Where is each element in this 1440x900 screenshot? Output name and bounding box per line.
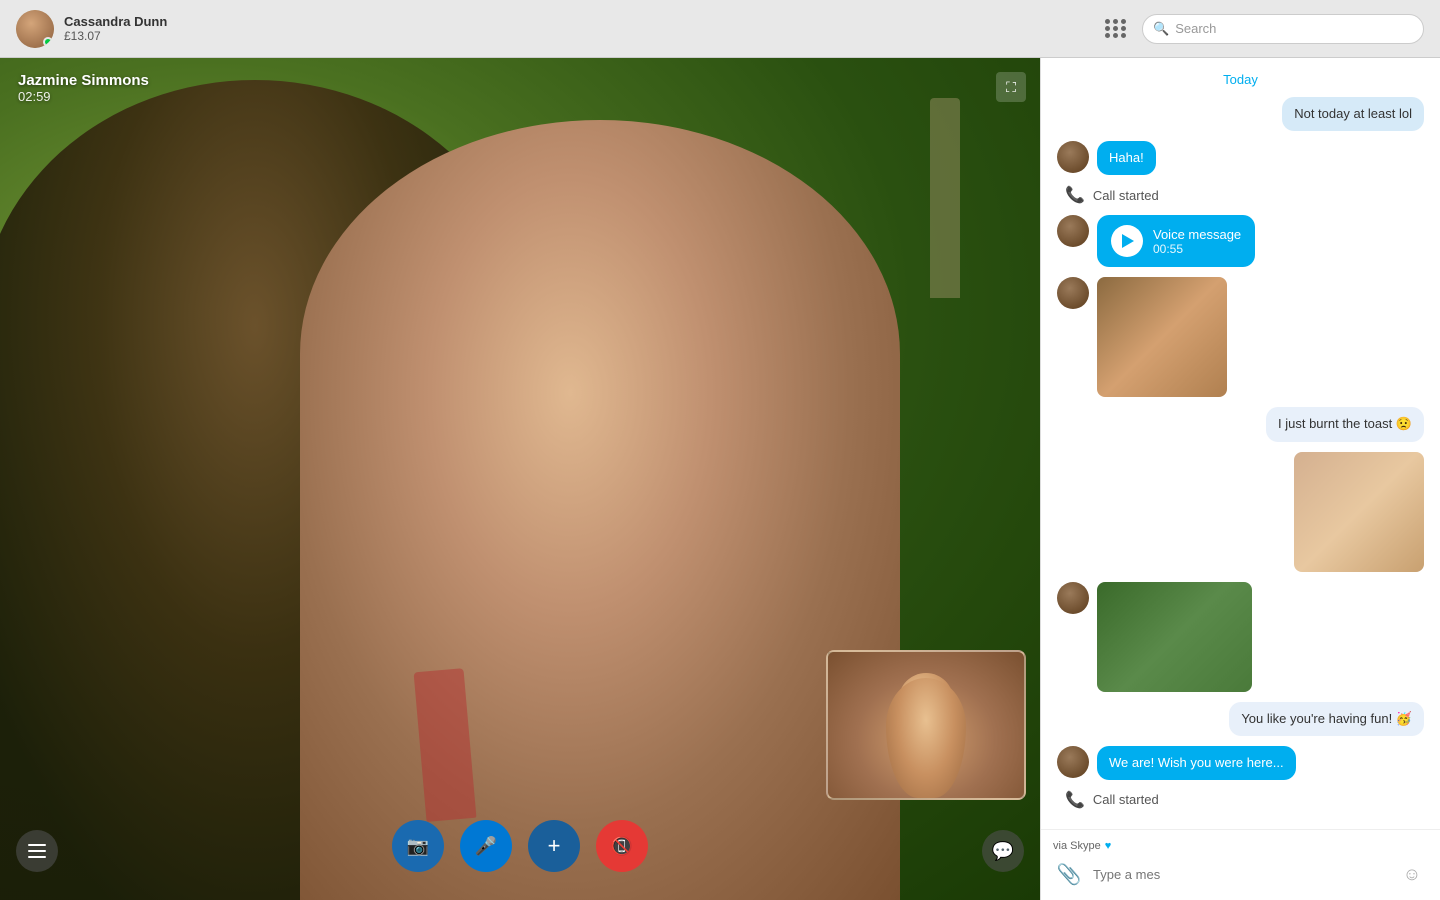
end-call-icon: 📵 [611,836,633,857]
video-area: Jazmine Simmons 02:59 ⛶ 📷 🎤 [0,58,1040,900]
main-content: Jazmine Simmons 02:59 ⛶ 📷 🎤 [0,58,1440,900]
call-contact-name: Jazmine Simmons [18,72,149,89]
user-info: Cassandra Dunn £13.07 [64,14,167,43]
contact-avatar-voice [1057,215,1089,247]
self-body [886,678,966,798]
search-bar[interactable]: 🔍 Search [1142,14,1424,44]
message-bubble-fun: You like you're having fun! 🥳 [1229,702,1424,736]
contact-avatar-img1 [1057,277,1089,309]
self-video-overlay [828,652,1024,798]
play-triangle-icon [1122,234,1134,248]
via-skype-label: via Skype ♥ [1053,840,1428,852]
chat-day-label: Today [1041,58,1440,97]
chat-panel-toggle[interactable]: 💬 [982,830,1024,872]
add-icon: + [548,833,561,859]
chat-image-3[interactable] [1097,582,1252,692]
call-started-1: 📞 Call started [1057,185,1424,205]
top-bar: Cassandra Dunn £13.07 🔍 Search [0,0,1440,58]
message-bubble-burnt: I just burnt the toast 😟 [1266,407,1424,441]
skype-heart-icon: ♥ [1105,840,1112,852]
voice-info: Voice message 00:55 [1153,227,1241,256]
voice-message-row: Voice message 00:55 [1057,215,1424,267]
message-bubble-wish: We are! Wish you were here... [1097,746,1296,780]
chat-messages[interactable]: Not today at least lol Haha! 📞 Call star… [1041,97,1440,829]
chat-text-input[interactable] [1093,867,1388,882]
chat-panel: Today Not today at least lol Haha! 📞 Cal… [1040,58,1440,900]
camera-button[interactable]: 📷 [392,820,444,872]
message-burnt: I just burnt the toast 😟 [1057,407,1424,441]
search-icon: 🔍 [1153,21,1169,37]
camera-icon: 📷 [407,836,429,857]
phone-icon-1: 📞 [1065,185,1085,205]
message-2: Haha! [1057,141,1424,175]
contact-avatar-img3 [1057,582,1089,614]
call-started-2: 📞 Call started [1057,790,1424,810]
message-bubble-1: Not today at least lol [1282,97,1424,131]
expand-button[interactable]: ⛶ [996,72,1026,102]
mic-icon: 🎤 [475,836,497,857]
emoji-icon: ☺ [1403,864,1421,885]
user-name: Cassandra Dunn [64,14,167,29]
self-video-preview [826,650,1026,800]
voice-message-bubble[interactable]: Voice message 00:55 [1097,215,1255,267]
contact-avatar-1 [1057,141,1089,173]
message-wish: We are! Wish you were here... [1057,746,1424,780]
call-controls: 📷 🎤 + 📵 [0,820,1040,872]
chat-image-1[interactable] [1097,277,1227,397]
play-voice-button[interactable] [1111,225,1143,257]
message-1: Not today at least lol [1057,97,1424,131]
bottle-decoration [930,98,960,298]
image-message-right [1057,452,1424,572]
chat-image-2[interactable] [1294,452,1424,572]
image-message-1 [1057,277,1424,397]
attach-button[interactable]: 📎 [1053,858,1085,890]
search-input[interactable]: Search [1175,21,1413,36]
chat-input-area: via Skype ♥ 📎 ☺ [1041,829,1440,900]
chat-input-row: 📎 ☺ [1053,858,1428,890]
grid-menu-button[interactable] [1098,11,1134,47]
microphone-button[interactable]: 🎤 [460,820,512,872]
attach-icon: 📎 [1057,862,1082,887]
image-message-group [1057,582,1424,692]
end-call-button[interactable]: 📵 [596,820,648,872]
online-status-dot [43,37,53,47]
emoji-button[interactable]: ☺ [1396,858,1428,890]
chat-icon: 💬 [992,841,1014,862]
add-person-button[interactable]: + [528,820,580,872]
contact-avatar-wish [1057,746,1089,778]
expand-icon: ⛶ [1006,79,1016,96]
message-bubble-2: Haha! [1097,141,1156,175]
message-fun: You like you're having fun! 🥳 [1057,702,1424,736]
user-avatar [16,10,54,48]
phone-icon-2: 📞 [1065,790,1085,810]
call-name-overlay: Jazmine Simmons 02:59 [18,72,149,104]
person-silhouette-2 [300,120,900,900]
call-duration: 02:59 [18,89,149,104]
user-balance: £13.07 [64,29,167,43]
grid-icon [1105,19,1127,38]
